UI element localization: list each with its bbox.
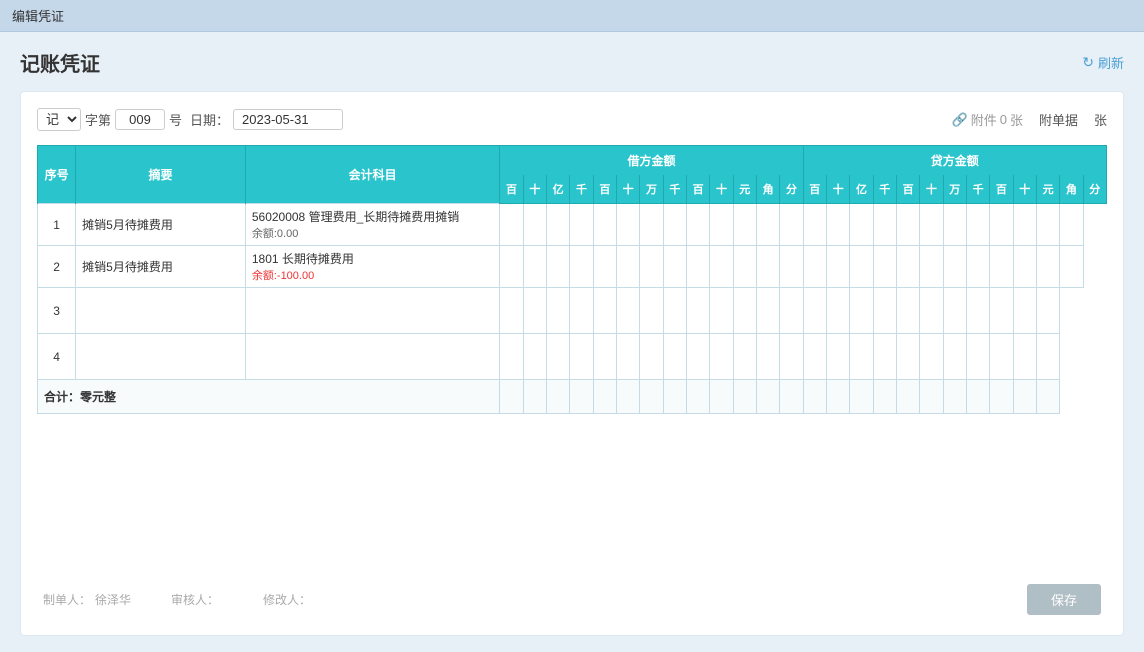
balance-text: 余额:0.00 <box>252 225 494 241</box>
table-row[interactable]: 4 <box>38 334 1107 380</box>
creator-field: 制单人： 徐泽华 <box>43 591 131 608</box>
th-c-shi3: 十 <box>1013 175 1036 204</box>
page-header: 记账凭证 ↻ 刷新 <box>20 48 1124 77</box>
th-d-shi: 十 <box>523 175 546 204</box>
modifier-field: 修改人： <box>263 591 315 608</box>
th-d-bai3: 百 <box>686 175 709 204</box>
th-c-yuan: 元 <box>1036 175 1059 204</box>
attach-doc-label: 附单据 <box>1039 113 1078 128</box>
window: 编辑凭证 记账凭证 ↻ 刷新 记 字第 号 日期： <box>0 0 1144 652</box>
zi-di-label: 字第 <box>85 110 111 129</box>
refresh-button[interactable]: ↻ 刷新 <box>1082 53 1124 72</box>
th-d-shi2: 十 <box>617 175 640 204</box>
th-d-bai: 百 <box>500 175 523 204</box>
refresh-label: 刷新 <box>1098 53 1124 72</box>
th-d-fen: 分 <box>780 175 803 204</box>
th-d-qian: 千 <box>570 175 593 204</box>
row-summary[interactable] <box>76 334 246 380</box>
th-d-yuan: 元 <box>733 175 756 204</box>
account-code: 1801 长期待摊费用 <box>252 250 494 267</box>
table-wrapper: 序号 摘要 会计科目 借方金额 贷方金额 百 十 亿 千 百 十 <box>37 145 1107 574</box>
th-summary: 摘要 <box>76 146 246 204</box>
balance-text-negative: 余额:-100.00 <box>252 267 494 283</box>
date-label: 日期： <box>190 110 229 129</box>
window-title: 编辑凭证 <box>12 9 64 24</box>
voucher-table: 序号 摘要 会计科目 借方金额 贷方金额 百 十 亿 千 百 十 <box>37 145 1107 414</box>
modifier-label: 修改人： <box>263 591 311 608</box>
voucher-meta: 记 字第 号 日期： 🔗 附件 0 张 <box>37 108 1107 131</box>
date-group: 日期： <box>190 109 343 130</box>
th-c-jiao: 角 <box>1060 175 1083 204</box>
save-label: 保存 <box>1051 593 1077 608</box>
row-account[interactable]: 56020008 管理费用_长期待摊费用摊销 余额:0.00 <box>245 204 500 246</box>
table-row[interactable]: 1 摊销5月待摊费用 56020008 管理费用_长期待摊费用摊销 余额:0.0… <box>38 204 1107 246</box>
save-button[interactable]: 保存 <box>1027 584 1101 615</box>
reviewer-label: 审核人： <box>171 591 219 608</box>
th-c-qian: 千 <box>873 175 896 204</box>
total-label: 合计：零元整 <box>38 380 500 414</box>
creator-name: 徐泽华 <box>95 591 131 608</box>
th-account: 会计科目 <box>245 146 500 204</box>
type-group: 记 字第 号 <box>37 108 182 131</box>
attachment-label: 附件 <box>971 110 997 129</box>
footer-row: 制单人： 徐泽华 审核人： 修改人： 保存 <box>37 574 1107 619</box>
th-credit: 贷方金额 <box>803 146 1106 176</box>
creator-label: 制单人： <box>43 591 91 608</box>
table-row[interactable]: 2 摊销5月待摊费用 1801 长期待摊费用 余额:-100.00 <box>38 246 1107 288</box>
zhang-label: 张 <box>1094 110 1107 129</box>
th-debit: 借方金额 <box>500 146 803 176</box>
voucher-card: 记 字第 号 日期： 🔗 附件 0 张 <box>20 91 1124 636</box>
th-d-jiao: 角 <box>756 175 779 204</box>
total-row: 合计：零元整 <box>38 380 1107 414</box>
table-header-row1: 序号 摘要 会计科目 借方金额 贷方金额 <box>38 146 1107 176</box>
row-seq: 3 <box>38 288 76 334</box>
date-input[interactable] <box>233 109 343 130</box>
th-d-qian2: 千 <box>663 175 686 204</box>
row-summary[interactable] <box>76 288 246 334</box>
row-account[interactable] <box>245 334 500 380</box>
paperclip-icon: 🔗 <box>952 112 968 128</box>
th-d-shi3: 十 <box>710 175 733 204</box>
th-c-bai2: 百 <box>896 175 919 204</box>
th-d-yi: 亿 <box>547 175 570 204</box>
page-title: 记账凭证 <box>20 48 100 77</box>
row-seq: 1 <box>38 204 76 246</box>
attachment-unit: 张 <box>1010 110 1023 129</box>
th-c-fen: 分 <box>1083 175 1106 204</box>
row-seq: 2 <box>38 246 76 288</box>
content-area: 记账凭证 ↻ 刷新 记 字第 号 日期： <box>0 32 1144 652</box>
attachment-info: 🔗 附件 0 张 <box>952 110 1023 129</box>
row-account[interactable]: 1801 长期待摊费用 余额:-100.00 <box>245 246 500 288</box>
th-d-wan: 万 <box>640 175 663 204</box>
hao-label: 号 <box>169 110 182 129</box>
row-seq: 4 <box>38 334 76 380</box>
account-code: 56020008 管理费用_长期待摊费用摊销 <box>252 208 494 225</box>
meta-right: 🔗 附件 0 张 附单据 张 <box>952 110 1107 129</box>
attachment-count: 0 <box>1000 112 1007 127</box>
th-d-bai2: 百 <box>593 175 616 204</box>
type-select[interactable]: 记 <box>37 108 81 131</box>
th-c-shi2: 十 <box>920 175 943 204</box>
th-c-wan: 万 <box>943 175 966 204</box>
row-summary[interactable]: 摊销5月待摊费用 <box>76 204 246 246</box>
th-c-qian2: 千 <box>966 175 989 204</box>
reviewer-field: 审核人： <box>171 591 223 608</box>
refresh-icon: ↻ <box>1082 54 1094 71</box>
th-seq: 序号 <box>38 146 76 204</box>
th-c-yi: 亿 <box>850 175 873 204</box>
title-bar: 编辑凭证 <box>0 0 1144 32</box>
th-c-bai3: 百 <box>990 175 1013 204</box>
attach-doc-button[interactable]: 附单据 <box>1039 110 1078 129</box>
th-c-bai: 百 <box>803 175 826 204</box>
row-account[interactable] <box>245 288 500 334</box>
th-c-shi: 十 <box>826 175 849 204</box>
number-input[interactable] <box>115 109 165 130</box>
table-row[interactable]: 3 <box>38 288 1107 334</box>
row-summary[interactable]: 摊销5月待摊费用 <box>76 246 246 288</box>
